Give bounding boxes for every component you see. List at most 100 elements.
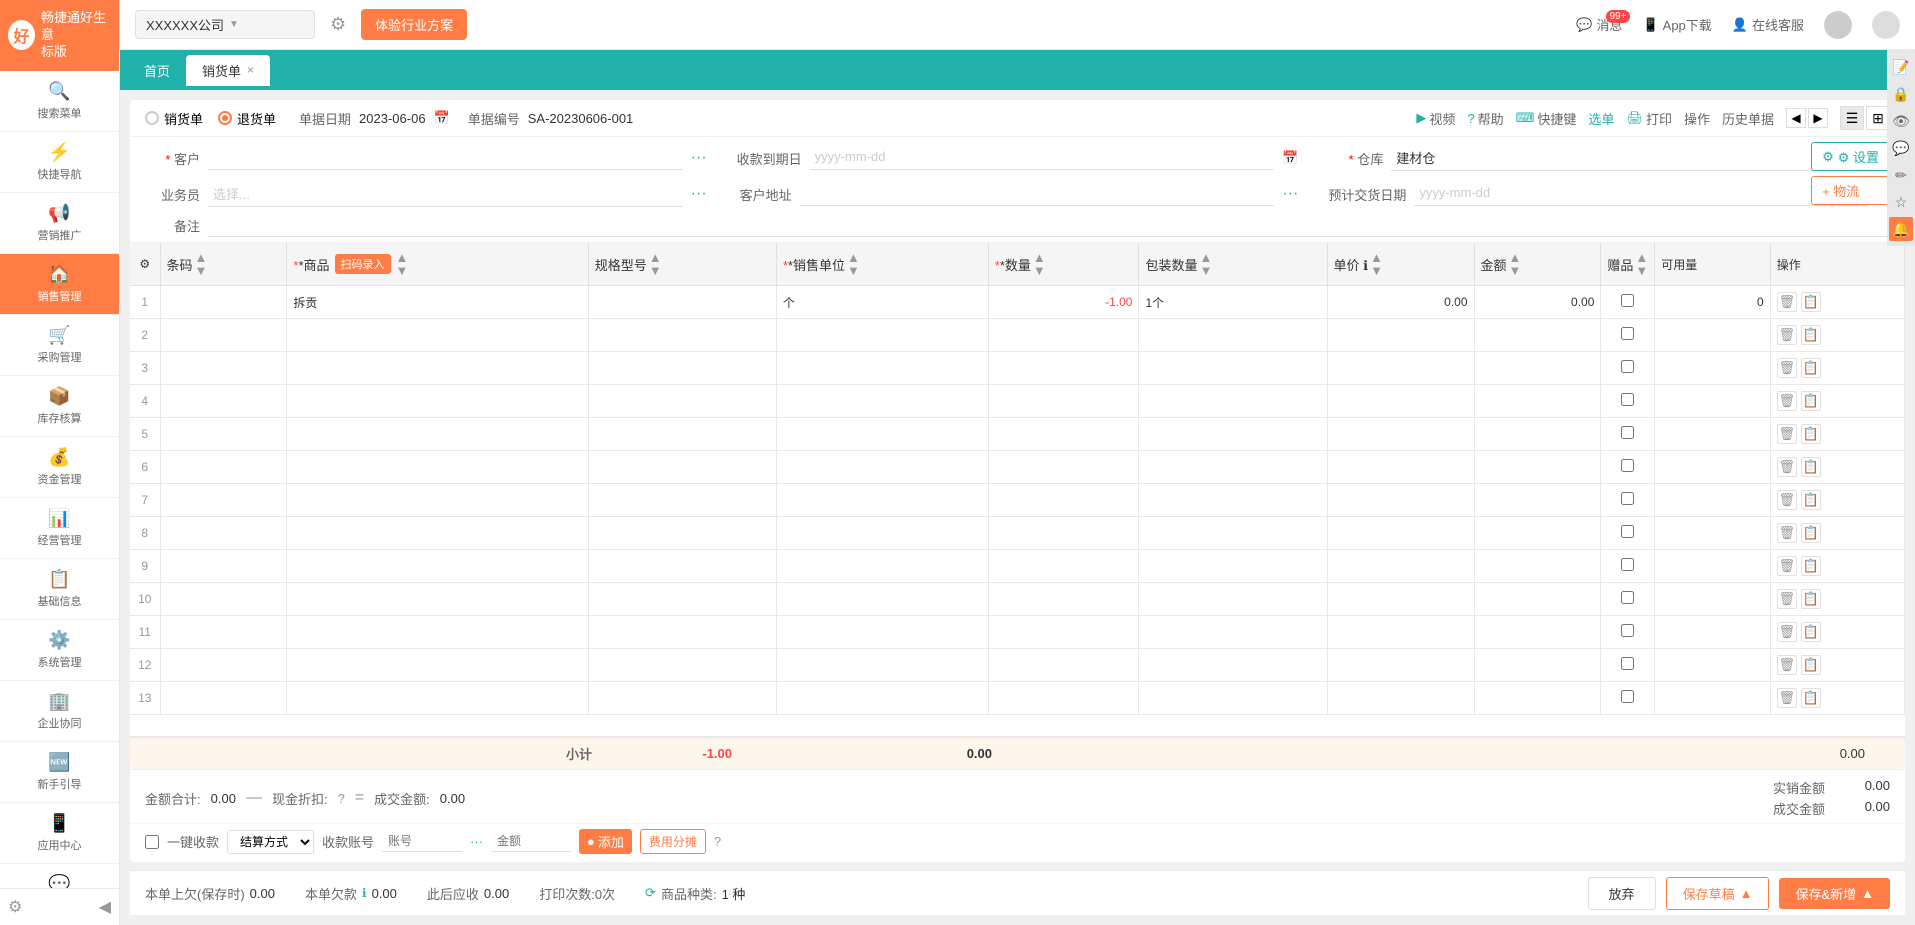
cell-gift-9[interactable]: [1601, 550, 1655, 583]
tool-chat-icon[interactable]: 💬: [1889, 136, 1913, 160]
settings-float-btn[interactable]: ⚙ ⚙ 设置: [1811, 142, 1890, 171]
cell-unit-3[interactable]: [776, 352, 988, 385]
video-action[interactable]: ▶视频: [1416, 109, 1455, 128]
cell-qty-11[interactable]: [988, 616, 1139, 649]
delete-icon-10[interactable]: 🗑: [1777, 589, 1797, 609]
copy-icon-13[interactable]: 📋: [1801, 688, 1821, 708]
copy-icon-12[interactable]: 📋: [1801, 655, 1821, 675]
cell-unit-10[interactable]: [776, 583, 988, 616]
cell-spec-8[interactable]: [588, 517, 776, 550]
cell-spec-2[interactable]: [588, 319, 776, 352]
app-download-button[interactable]: 📱 App下载: [1642, 15, 1711, 34]
cell-product-4[interactable]: [287, 385, 588, 418]
cell-pkg-8[interactable]: [1139, 517, 1327, 550]
scan-btn[interactable]: 扫码录入: [335, 254, 391, 274]
radio-sales[interactable]: 销货单: [145, 109, 203, 128]
cell-unit-12[interactable]: [776, 649, 988, 682]
avatar[interactable]: [1824, 11, 1852, 39]
cell-barcode-3[interactable]: [160, 352, 287, 385]
copy-icon-3[interactable]: 📋: [1801, 358, 1821, 378]
sidebar-item-enterprise[interactable]: 🏢企业协同: [0, 681, 119, 742]
copy-icon-2[interactable]: 📋: [1801, 325, 1821, 345]
table-wrapper[interactable]: ⚙ 条码▲▼ *商品 扫码录入 ▲▼: [130, 243, 1905, 736]
cell-pkg-5[interactable]: [1139, 418, 1327, 451]
tool-edit-icon[interactable]: ✏: [1889, 163, 1913, 187]
cell-barcode-6[interactable]: [160, 451, 287, 484]
trial-button[interactable]: 体验行业方案: [361, 9, 467, 40]
delete-icon-11[interactable]: 🗑: [1777, 622, 1797, 642]
cell-qty-7[interactable]: [988, 484, 1139, 517]
bank-account-input[interactable]: [382, 831, 462, 852]
copy-icon-7[interactable]: 📋: [1801, 490, 1821, 510]
salesman-value[interactable]: 选择...: [208, 181, 683, 207]
cell-barcode-4[interactable]: [160, 385, 287, 418]
cell-pkg-10[interactable]: [1139, 583, 1327, 616]
cell-amount-4[interactable]: [1474, 385, 1601, 418]
remark-value[interactable]: [208, 213, 1890, 237]
cell-gift-12[interactable]: [1601, 649, 1655, 682]
prev-arrow[interactable]: ◀: [1786, 108, 1806, 128]
cell-price-9[interactable]: [1327, 550, 1474, 583]
cell-price-3[interactable]: [1327, 352, 1474, 385]
cell-qty-1[interactable]: -1.00: [988, 286, 1139, 319]
delete-icon-6[interactable]: 🗑: [1777, 457, 1797, 477]
list-view-btn[interactable]: ☰: [1840, 106, 1864, 130]
sidebar-item-search[interactable]: 🔍搜索菜单: [0, 71, 119, 132]
cell-price-7[interactable]: [1327, 484, 1474, 517]
tool-note-icon[interactable]: 📝: [1889, 55, 1913, 79]
shortcut-action[interactable]: ⌨快捷键: [1516, 109, 1577, 128]
delete-icon-12[interactable]: 🗑: [1777, 655, 1797, 675]
cell-price-8[interactable]: [1327, 517, 1474, 550]
cell-amount-13[interactable]: [1474, 682, 1601, 715]
th-gear[interactable]: ⚙: [130, 243, 160, 286]
cell-barcode-13[interactable]: [160, 682, 287, 715]
cell-product-6[interactable]: [287, 451, 588, 484]
cell-amount-1[interactable]: 0.00: [1474, 286, 1601, 319]
salesman-dots-icon[interactable]: ···: [691, 185, 707, 203]
cell-amount-8[interactable]: [1474, 517, 1601, 550]
online-support-button[interactable]: 👤 在线客服: [1732, 15, 1804, 34]
due-date-calendar-icon[interactable]: 📅: [1282, 150, 1298, 166]
logistics-float-btn[interactable]: + 物流: [1811, 176, 1890, 205]
cell-unit-8[interactable]: [776, 517, 988, 550]
settings-icon[interactable]: ⚙: [330, 14, 346, 35]
cell-unit-1[interactable]: 个: [776, 286, 988, 319]
cell-spec-5[interactable]: [588, 418, 776, 451]
sidebar-item-sales[interactable]: 🏠销售管理: [0, 254, 119, 315]
cell-unit-7[interactable]: [776, 484, 988, 517]
cell-barcode-2[interactable]: [160, 319, 287, 352]
cell-amount-11[interactable]: [1474, 616, 1601, 649]
cell-price-10[interactable]: [1327, 583, 1474, 616]
cell-barcode-12[interactable]: [160, 649, 287, 682]
cell-pkg-6[interactable]: [1139, 451, 1327, 484]
cell-gift-11[interactable]: [1601, 616, 1655, 649]
cell-price-13[interactable]: [1327, 682, 1474, 715]
cell-qty-12[interactable]: [988, 649, 1139, 682]
tool-eye-icon[interactable]: 👁: [1889, 109, 1913, 133]
delete-icon-4[interactable]: 🗑: [1777, 391, 1797, 411]
expense-help-icon[interactable]: ?: [714, 834, 721, 849]
cell-gift-1[interactable]: [1601, 286, 1655, 319]
delete-icon-5[interactable]: 🗑: [1777, 424, 1797, 444]
cell-qty-3[interactable]: [988, 352, 1139, 385]
cell-pkg-2[interactable]: [1139, 319, 1327, 352]
cell-spec-4[interactable]: [588, 385, 776, 418]
tool-bell-icon[interactable]: 🔔: [1889, 217, 1913, 241]
settings-icon[interactable]: ⚙: [8, 897, 22, 917]
cell-spec-7[interactable]: [588, 484, 776, 517]
cell-amount-2[interactable]: [1474, 319, 1601, 352]
cell-barcode-1[interactable]: [160, 286, 287, 319]
cell-pkg-3[interactable]: [1139, 352, 1327, 385]
amount-input[interactable]: [491, 831, 571, 852]
cell-pkg-12[interactable]: [1139, 649, 1327, 682]
print-action[interactable]: 🖨打印: [1626, 109, 1672, 128]
sidebar-item-quick-nav[interactable]: ⚡快捷导航: [0, 132, 119, 193]
tool-lock-icon[interactable]: 🔒: [1889, 82, 1913, 106]
cell-price-11[interactable]: [1327, 616, 1474, 649]
avatar-2[interactable]: [1872, 11, 1900, 39]
history-action[interactable]: 历史单据: [1722, 109, 1774, 128]
tab-close-icon[interactable]: ×: [247, 63, 254, 77]
cell-qty-6[interactable]: [988, 451, 1139, 484]
collapse-icon[interactable]: ◀: [99, 897, 111, 917]
cell-amount-6[interactable]: [1474, 451, 1601, 484]
